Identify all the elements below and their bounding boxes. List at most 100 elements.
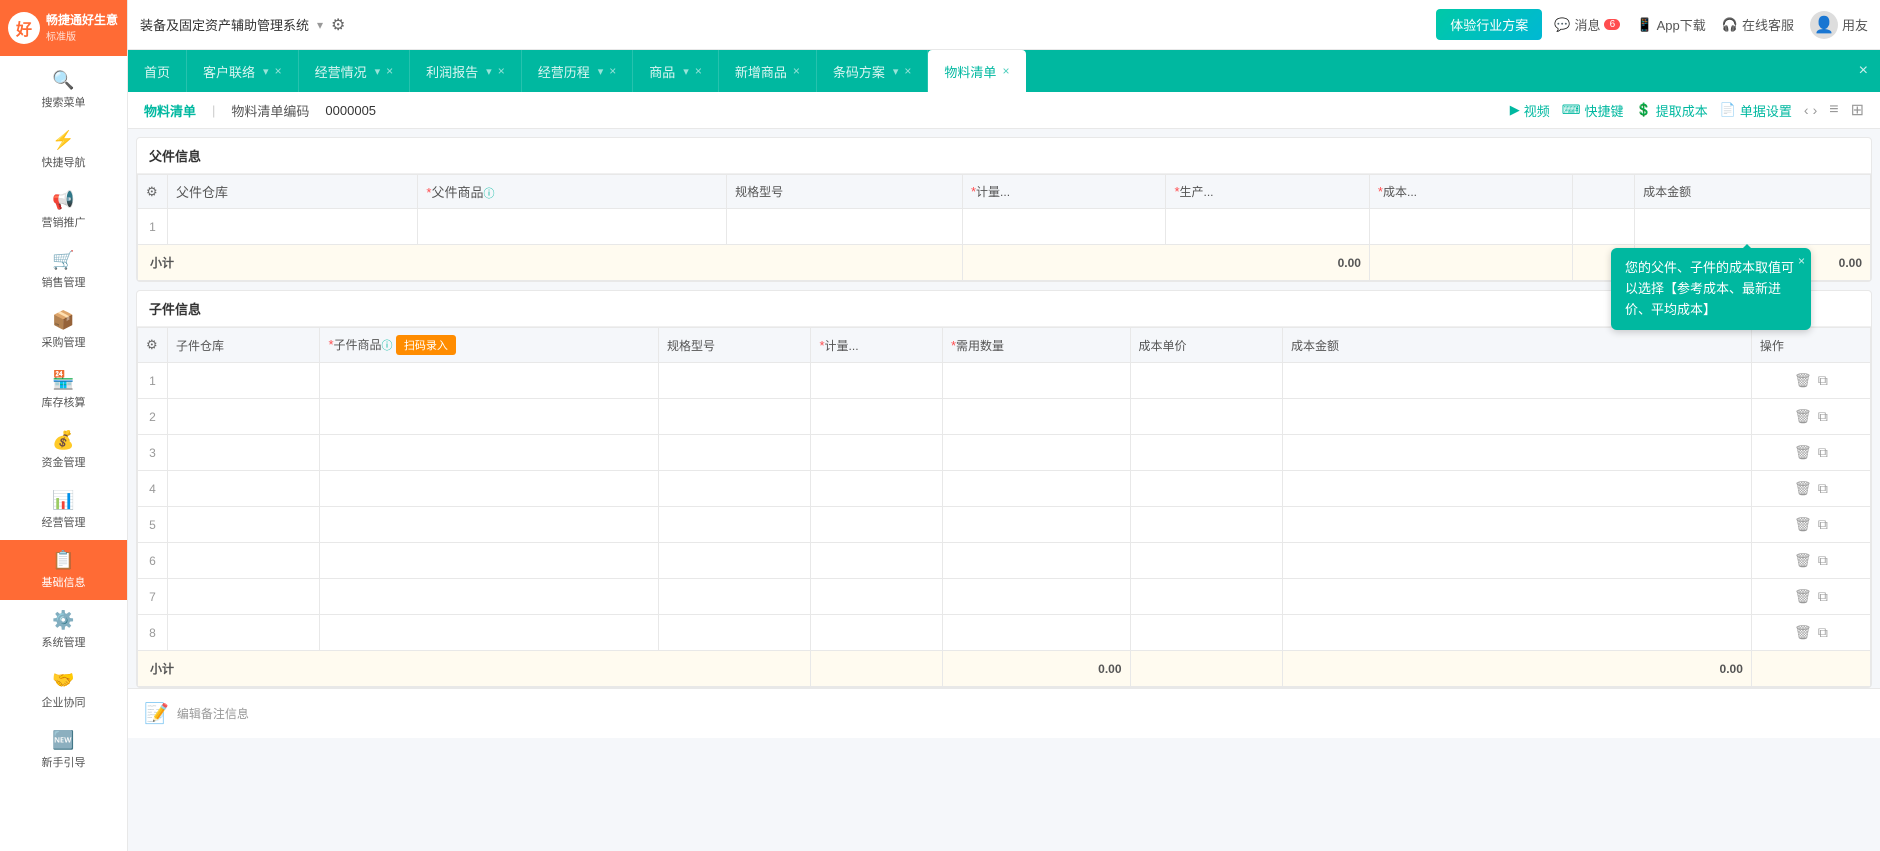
tab-add-goods[interactable]: 新增商品 × bbox=[719, 50, 817, 92]
child-unit-cell[interactable] bbox=[811, 615, 942, 651]
delete-icon[interactable]: 🗑 bbox=[1794, 480, 1812, 497]
copy-icon[interactable]: ⧉ bbox=[1818, 552, 1828, 569]
tab-profit[interactable]: 利润报告 ▾ × bbox=[410, 50, 522, 92]
copy-icon[interactable]: ⧉ bbox=[1818, 408, 1828, 425]
close-all-tabs-icon[interactable]: × bbox=[1847, 50, 1880, 92]
copy-icon[interactable]: ⧉ bbox=[1818, 516, 1828, 533]
video-action[interactable]: ▶ 视频 bbox=[1510, 101, 1550, 120]
child-goods-cell[interactable] bbox=[320, 507, 659, 543]
child-unit-cell[interactable] bbox=[811, 507, 942, 543]
copy-icon[interactable]: ⧉ bbox=[1818, 444, 1828, 461]
parent-warehouse-cell[interactable] bbox=[168, 209, 418, 245]
delete-icon[interactable]: 🗑 bbox=[1794, 444, 1812, 461]
child-qty-cell[interactable] bbox=[942, 579, 1130, 615]
child-qty-cell[interactable] bbox=[942, 543, 1130, 579]
close-tab-icon[interactable]: × bbox=[904, 64, 911, 78]
sidebar-item-sales[interactable]: 🛒 销售管理 bbox=[0, 240, 127, 300]
parent-goods-cell[interactable] bbox=[418, 209, 727, 245]
next-arrow-icon[interactable]: › bbox=[1813, 102, 1818, 118]
child-warehouse-cell[interactable] bbox=[168, 435, 320, 471]
sidebar-item-finance[interactable]: 💰 资金管理 bbox=[0, 420, 127, 480]
sidebar-item-purchase[interactable]: 📦 采购管理 bbox=[0, 300, 127, 360]
message-button[interactable]: 💬 消息 6 bbox=[1554, 15, 1620, 34]
child-unit-cell[interactable] bbox=[811, 543, 942, 579]
scan-button[interactable]: 扫码录入 bbox=[396, 335, 456, 355]
user-menu[interactable]: 👤 用友 bbox=[1810, 11, 1868, 39]
shortcut-action[interactable]: ⌨ 快捷键 bbox=[1562, 101, 1624, 120]
child-warehouse-cell[interactable] bbox=[168, 399, 320, 435]
tab-home[interactable]: 首页 bbox=[128, 50, 187, 92]
tab-operation-status[interactable]: 经营情况 ▾ × bbox=[299, 50, 411, 92]
child-warehouse-cell[interactable] bbox=[168, 543, 320, 579]
tab-barcode[interactable]: 条码方案 ▾ × bbox=[817, 50, 929, 92]
child-unit-cell[interactable] bbox=[811, 471, 942, 507]
sidebar-item-enterprise[interactable]: 🤝 企业协同 bbox=[0, 660, 127, 720]
sidebar-item-system[interactable]: ⚙️ 系统管理 bbox=[0, 600, 127, 660]
close-tab-icon[interactable]: × bbox=[695, 64, 702, 78]
th-child-gear[interactable]: ⚙ bbox=[138, 328, 168, 363]
delete-icon[interactable]: 🗑 bbox=[1794, 552, 1812, 569]
child-warehouse-cell[interactable] bbox=[168, 471, 320, 507]
child-goods-cell[interactable] bbox=[320, 435, 659, 471]
child-qty-cell[interactable] bbox=[942, 507, 1130, 543]
sidebar-item-operation[interactable]: 📊 经营管理 bbox=[0, 480, 127, 540]
copy-icon[interactable]: ⧉ bbox=[1818, 588, 1828, 605]
th-gear[interactable]: ⚙ bbox=[138, 175, 168, 209]
parent-cost-cell[interactable] bbox=[1369, 209, 1572, 245]
tab-history[interactable]: 经营历程 ▾ × bbox=[522, 50, 634, 92]
child-qty-cell[interactable] bbox=[942, 363, 1130, 399]
child-goods-cell[interactable] bbox=[320, 399, 659, 435]
sidebar-item-marketing[interactable]: 📢 营销推广 bbox=[0, 180, 127, 240]
child-goods-cell[interactable] bbox=[320, 363, 659, 399]
sidebar-item-quick-nav[interactable]: ⚡ 快捷导航 bbox=[0, 120, 127, 180]
tooltip-close-icon[interactable]: × bbox=[1798, 252, 1805, 271]
delete-icon[interactable]: 🗑 bbox=[1794, 588, 1812, 605]
close-tab-icon[interactable]: × bbox=[609, 64, 616, 78]
online-service-button[interactable]: 🎧 在线客服 bbox=[1722, 15, 1794, 34]
tab-customer[interactable]: 客户联络 ▾ × bbox=[187, 50, 299, 92]
parent-unit-cell[interactable] bbox=[962, 209, 1165, 245]
close-tab-icon[interactable]: × bbox=[275, 64, 282, 78]
copy-icon[interactable]: ⧉ bbox=[1818, 624, 1828, 641]
settings-icon[interactable]: ⚙ bbox=[331, 15, 345, 35]
child-unit-cell[interactable] bbox=[811, 579, 942, 615]
copy-icon[interactable]: ⧉ bbox=[1818, 372, 1828, 389]
close-tab-icon[interactable]: × bbox=[793, 64, 800, 78]
child-qty-cell[interactable] bbox=[942, 435, 1130, 471]
child-goods-cell[interactable] bbox=[320, 579, 659, 615]
child-warehouse-cell[interactable] bbox=[168, 579, 320, 615]
close-tab-icon[interactable]: × bbox=[1002, 64, 1009, 78]
close-tab-icon[interactable]: × bbox=[386, 64, 393, 78]
child-unit-cell[interactable] bbox=[811, 435, 942, 471]
trial-button[interactable]: 体验行业方案 bbox=[1436, 9, 1542, 40]
close-tab-icon[interactable]: × bbox=[498, 64, 505, 78]
tab-goods[interactable]: 商品 ▾ × bbox=[633, 50, 719, 92]
delete-icon[interactable]: 🗑 bbox=[1794, 372, 1812, 389]
delete-icon[interactable]: 🗑 bbox=[1794, 624, 1812, 641]
child-qty-cell[interactable] bbox=[942, 399, 1130, 435]
dropdown-arrow-icon[interactable]: ▾ bbox=[317, 18, 323, 32]
copy-icon[interactable]: ⧉ bbox=[1818, 480, 1828, 497]
child-warehouse-cell[interactable] bbox=[168, 615, 320, 651]
child-goods-cell[interactable] bbox=[320, 615, 659, 651]
child-unit-cell[interactable] bbox=[811, 399, 942, 435]
grid-view-icon[interactable]: ⊞ bbox=[1851, 100, 1864, 120]
child-unit-cell[interactable] bbox=[811, 363, 942, 399]
delete-icon[interactable]: 🗑 bbox=[1794, 408, 1812, 425]
child-warehouse-cell[interactable] bbox=[168, 363, 320, 399]
sidebar-item-inventory[interactable]: 🏪 库存核算 bbox=[0, 360, 127, 420]
child-qty-cell[interactable] bbox=[942, 615, 1130, 651]
list-view-icon[interactable]: ≡ bbox=[1829, 101, 1838, 119]
sidebar-item-guide[interactable]: 🆕 新手引导 bbox=[0, 720, 127, 780]
child-goods-cell[interactable] bbox=[320, 471, 659, 507]
child-warehouse-cell[interactable] bbox=[168, 507, 320, 543]
prev-arrow-icon[interactable]: ‹ bbox=[1804, 102, 1809, 118]
child-goods-cell[interactable] bbox=[320, 543, 659, 579]
parent-produce-cell[interactable] bbox=[1166, 209, 1369, 245]
app-download-button[interactable]: 📱 App下载 bbox=[1636, 15, 1705, 34]
sidebar-item-basic-info[interactable]: 📋 基础信息 bbox=[0, 540, 127, 600]
settings-action[interactable]: 📄 单据设置 bbox=[1720, 101, 1792, 120]
tab-bom[interactable]: 物料清单 × bbox=[928, 50, 1026, 92]
delete-icon[interactable]: 🗑 bbox=[1794, 516, 1812, 533]
child-qty-cell[interactable] bbox=[942, 471, 1130, 507]
